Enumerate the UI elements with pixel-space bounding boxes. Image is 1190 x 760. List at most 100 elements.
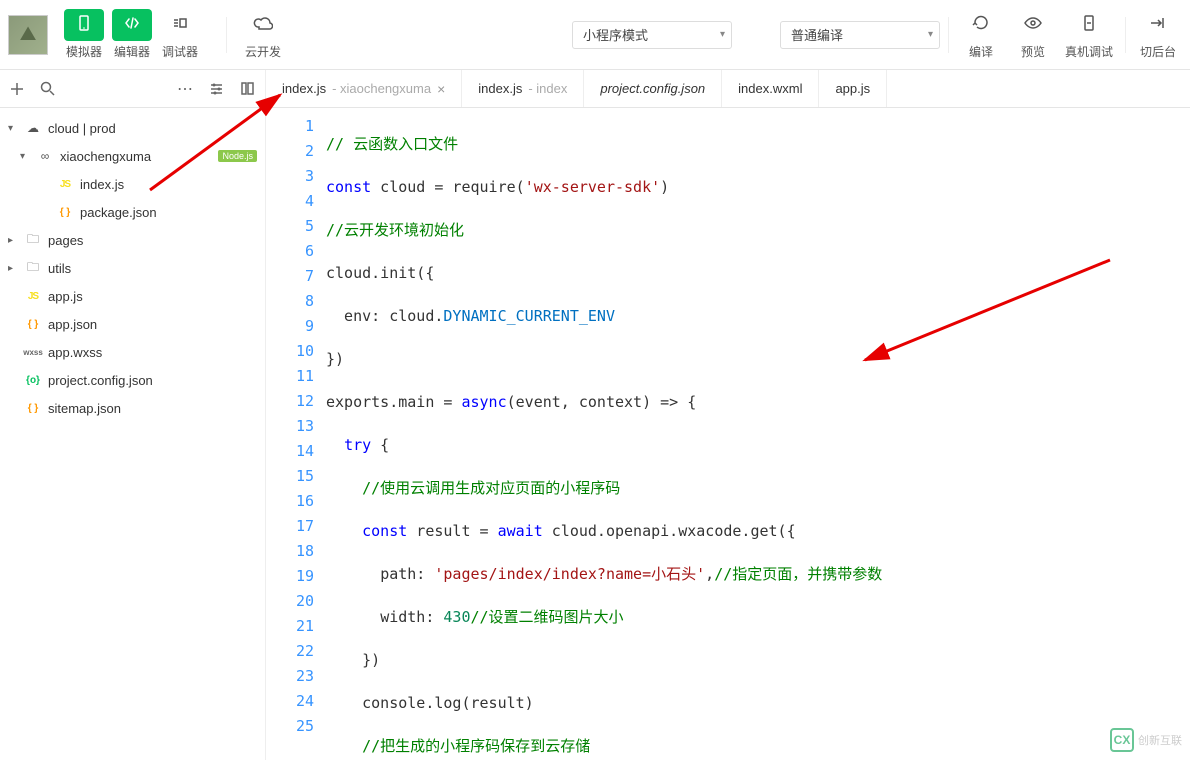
- tab-subtitle: - xiaochengxuma: [332, 81, 431, 96]
- tree-item-label: project.config.json: [48, 373, 257, 388]
- file-type-icon: {o}: [24, 375, 42, 386]
- watermark-logo-icon: CX: [1110, 728, 1134, 752]
- code-editor[interactable]: 1234567891011121314151617181920212223242…: [266, 108, 1190, 760]
- tree-item-label: app.json: [48, 317, 257, 332]
- line-gutter: 1234567891011121314151617181920212223242…: [266, 108, 326, 760]
- mode-select[interactable]: 小程序模式 ▾: [572, 21, 732, 49]
- file-tree-item[interactable]: ▸ 🗀 pages: [0, 226, 265, 254]
- compile-button[interactable]: [961, 9, 1001, 41]
- settings-icon[interactable]: [209, 81, 224, 96]
- line-number: 3: [266, 164, 314, 189]
- tab-title: index.wxml: [738, 81, 802, 96]
- file-tree-item[interactable]: wxssapp.wxss: [0, 338, 265, 366]
- watermark-text: 创新互联: [1138, 732, 1182, 748]
- tree-item-label: xiaochengxuma: [60, 149, 212, 164]
- file-tree-item[interactable]: { }sitemap.json: [0, 394, 265, 422]
- switch-icon: [1148, 13, 1168, 33]
- editor-button[interactable]: [112, 9, 152, 41]
- editor-label: 编辑器: [114, 43, 150, 60]
- line-number: 6: [266, 239, 314, 264]
- preview-button[interactable]: [1013, 9, 1053, 41]
- file-type-icon: 🗀: [24, 230, 42, 251]
- add-file-button[interactable]: [10, 82, 24, 96]
- line-number: 4: [266, 189, 314, 214]
- background-label: 切后台: [1140, 43, 1176, 60]
- tab-title: index.js: [478, 81, 522, 96]
- file-tree-item[interactable]: JSapp.js: [0, 282, 265, 310]
- tree-arrow-icon: ▾: [20, 151, 30, 162]
- watermark: CX 创新互联: [1110, 728, 1182, 752]
- editor-tab[interactable]: index.js - index: [462, 70, 584, 107]
- file-tree-item[interactable]: ▾ ☁ cloud | prod: [0, 114, 265, 142]
- line-number: 7: [266, 264, 314, 289]
- file-type-icon: ☁: [24, 121, 42, 135]
- line-number: 1: [266, 114, 314, 139]
- line-number: 24: [266, 689, 314, 714]
- file-type-icon: JS: [56, 179, 74, 190]
- file-tree-item[interactable]: {o} project.config.json: [0, 366, 265, 394]
- compile-label: 编译: [969, 43, 993, 60]
- more-button[interactable]: ⋯: [177, 79, 193, 99]
- line-number: 16: [266, 489, 314, 514]
- cloud-icon: [253, 13, 273, 33]
- caret-icon: ▾: [720, 29, 725, 40]
- file-tree-item[interactable]: ▾∞xiaochengxumaNode.js: [0, 142, 265, 170]
- tree-arrow-icon: ▾: [8, 123, 18, 134]
- simulator-button[interactable]: [64, 9, 104, 41]
- editor-tab[interactable]: app.js: [819, 70, 887, 107]
- mode-select-value: 小程序模式: [583, 25, 648, 44]
- cloud-dev-label: 云开发: [245, 43, 281, 60]
- file-tree-item[interactable]: { }package.json: [0, 198, 265, 226]
- line-number: 2: [266, 139, 314, 164]
- line-number: 23: [266, 664, 314, 689]
- remote-debug-label: 真机调试: [1065, 43, 1113, 60]
- nodejs-badge: Node.js: [218, 150, 257, 162]
- tree-item-label: cloud | prod: [48, 121, 257, 136]
- line-number: 17: [266, 514, 314, 539]
- tab-title: project.config.json: [600, 81, 705, 96]
- line-number: 12: [266, 389, 314, 414]
- tab-title: index.js: [282, 81, 326, 96]
- line-number: 22: [266, 639, 314, 664]
- divider: [226, 17, 227, 53]
- phone-icon: [74, 13, 94, 33]
- divider: [948, 17, 949, 53]
- divider: [1125, 17, 1126, 53]
- view-mode-group: 模拟器 编辑器 调试器: [64, 9, 200, 60]
- tree-arrow-icon: ▸: [8, 263, 18, 274]
- remote-debug-button[interactable]: [1069, 9, 1109, 41]
- file-tree-item[interactable]: { }app.json: [0, 310, 265, 338]
- editor-tab[interactable]: index.js - xiaochengxuma ×: [266, 70, 462, 107]
- tree-item-label: package.json: [80, 205, 257, 220]
- file-type-icon: wxss: [24, 348, 42, 357]
- tree-arrow-icon: ▸: [8, 235, 18, 246]
- tree-item-label: index.js: [80, 177, 257, 192]
- top-toolbar: ⛰ 模拟器 编辑器 调试器: [0, 0, 1190, 70]
- tab-title: app.js: [835, 81, 870, 96]
- file-tree-item[interactable]: JS index.js: [0, 170, 265, 198]
- cloud-dev-button[interactable]: [243, 9, 283, 41]
- eye-icon: [1023, 13, 1043, 33]
- line-number: 18: [266, 539, 314, 564]
- avatar[interactable]: ⛰: [8, 15, 48, 55]
- code-content[interactable]: // 云函数入口文件 const cloud = require('wx-ser…: [326, 108, 1190, 760]
- editor-tab[interactable]: project.config.json: [584, 70, 722, 107]
- background-button[interactable]: [1138, 9, 1178, 41]
- compile-select[interactable]: 普通编译 ▾: [780, 21, 940, 49]
- search-button[interactable]: [40, 81, 55, 96]
- main-area: ▾☁cloud | prod▾∞xiaochengxumaNode.jsJSin…: [0, 108, 1190, 760]
- line-number: 20: [266, 589, 314, 614]
- debugger-button[interactable]: [160, 9, 200, 41]
- editor-tab[interactable]: index.wxml: [722, 70, 819, 107]
- tree-item-label: pages: [48, 233, 257, 248]
- collapse-icon[interactable]: [240, 81, 255, 96]
- line-number: 19: [266, 564, 314, 589]
- file-tree-item[interactable]: ▸🗀utils: [0, 254, 265, 282]
- file-type-icon: { }: [24, 403, 42, 414]
- tab-subtitle: - index: [528, 81, 567, 96]
- tree-item-label: utils: [48, 261, 257, 276]
- close-icon[interactable]: ×: [437, 81, 445, 97]
- line-number: 14: [266, 439, 314, 464]
- line-number: 11: [266, 364, 314, 389]
- line-number: 8: [266, 289, 314, 314]
